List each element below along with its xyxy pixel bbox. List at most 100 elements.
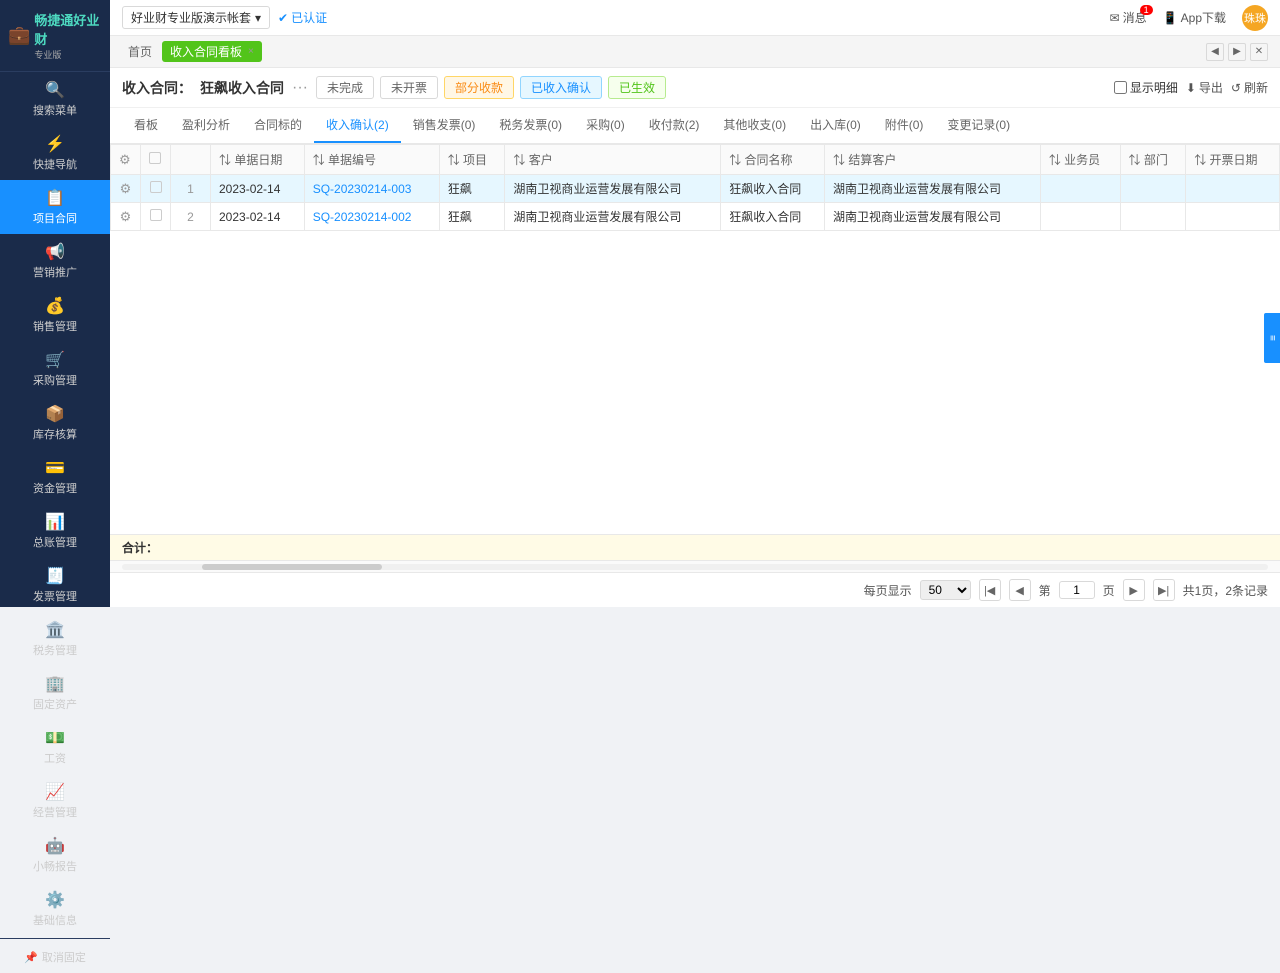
row-settings-icon[interactable]: ⚙ (120, 209, 132, 224)
export-button[interactable]: ⬇ 导出 (1186, 79, 1223, 96)
sidebar-item-9[interactable]: 🧾 发票管理 (0, 558, 110, 612)
row-check-1[interactable] (141, 203, 171, 231)
per-page-select[interactable]: 50 100 (920, 580, 971, 600)
sub-tab-11[interactable]: 变更记录(0) (935, 108, 1022, 143)
next-window-button[interactable]: ▶ (1228, 43, 1246, 61)
sidebar-item-8[interactable]: 📊 总账管理 (0, 504, 110, 558)
row-billdate-1 (1186, 203, 1280, 231)
sub-tab-9[interactable]: 出入库(0) (798, 108, 873, 143)
sidebar-icon-1: ⚡ (45, 134, 65, 154)
sidebar-icon-5: 🛒 (45, 350, 65, 370)
sub-tab-3[interactable]: 收入确认(2) (314, 108, 401, 143)
sidebar-item-14[interactable]: 🤖 小畅报告 (0, 828, 110, 882)
detail-checkbox-input[interactable] (1114, 81, 1127, 94)
logo-icon: 💼 (8, 25, 30, 46)
row-check-0[interactable] (141, 175, 171, 203)
tabbar: 首页 收入合同看板 × ◀ ▶ ✕ (110, 36, 1280, 68)
status-btn-3[interactable]: 已收入确认 (520, 76, 602, 99)
sidebar-item-13[interactable]: 📈 经营管理 (0, 774, 110, 828)
row-gear-1[interactable]: ⚙ (111, 203, 141, 231)
tab-home[interactable]: 首页 (122, 43, 158, 60)
th-customer[interactable]: ⇅ 客户 (505, 145, 721, 175)
sidebar-item-12[interactable]: 💵 工资 (0, 720, 110, 774)
row-docno-link-1[interactable]: SQ-20230214-002 (313, 210, 412, 224)
sidebar-item-1[interactable]: ⚡ 快捷导航 (0, 126, 110, 180)
app-download-button[interactable]: 📱 App下载 (1163, 9, 1226, 26)
show-detail-checkbox[interactable]: 显示明细 (1114, 79, 1178, 96)
status-btn-1[interactable]: 未开票 (380, 76, 438, 99)
tab-contract-board[interactable]: 收入合同看板 × (162, 41, 262, 62)
unpin-button[interactable]: 📌 取消固定 (8, 949, 102, 965)
first-page-button[interactable]: |◀ (979, 579, 1001, 601)
status-btn-2[interactable]: 部分收款 (444, 76, 514, 99)
next-page-button[interactable]: ▶ (1123, 579, 1145, 601)
last-page-button[interactable]: ▶| (1153, 579, 1175, 601)
row-checkbox[interactable] (150, 181, 162, 193)
sub-tab-8[interactable]: 其他收支(0) (711, 108, 798, 143)
contract-title: 收入合同： 狂飙收入合同 (122, 78, 284, 98)
sub-tab-5[interactable]: 税务发票(0) (487, 108, 574, 143)
tab-close-button[interactable]: × (248, 46, 254, 57)
sidebar-icon-4: 💰 (45, 296, 65, 316)
sub-tab-6[interactable]: 采购(0) (574, 108, 637, 143)
sub-tab-4[interactable]: 销售发票(0) (401, 108, 488, 143)
th-date[interactable]: ⇅ 单据日期 (211, 145, 305, 175)
sidebar-icon-3: 📢 (45, 242, 65, 262)
row-gear-0[interactable]: ⚙ (111, 175, 141, 203)
th-billdate[interactable]: ⇅ 开票日期 (1186, 145, 1280, 175)
prev-page-button[interactable]: ◀ (1009, 579, 1031, 601)
th-project[interactable]: ⇅ 项目 (439, 145, 505, 175)
sub-tab-2[interactable]: 合同标的 (242, 108, 314, 143)
sidebar-item-7[interactable]: 💳 资金管理 (0, 450, 110, 504)
sidebar-item-4[interactable]: 💰 销售管理 (0, 288, 110, 342)
user-avatar[interactable]: 珠珠 (1242, 5, 1268, 31)
row-docno-0[interactable]: SQ-20230214-003 (304, 175, 439, 203)
sidebar-item-5[interactable]: 🛒 采购管理 (0, 342, 110, 396)
row-settle-0: 湖南卫视商业运营发展有限公司 (825, 175, 1041, 203)
scrollbar-thumb[interactable] (202, 564, 382, 570)
refresh-button[interactable]: ↺ 刷新 (1231, 79, 1268, 96)
sidebar-item-11[interactable]: 🏢 固定资产 (0, 666, 110, 720)
close-window-button[interactable]: ✕ (1250, 43, 1268, 61)
sub-tab-7[interactable]: 收付款(2) (637, 108, 712, 143)
sidebar-label-8: 总账管理 (33, 534, 77, 550)
sidebar-item-2[interactable]: 📋 项目合同 (0, 180, 110, 234)
sub-tab-10[interactable]: 附件(0) (873, 108, 936, 143)
header-checkbox[interactable] (149, 152, 161, 164)
th-docno[interactable]: ⇅ 单据编号 (304, 145, 439, 175)
sub-tab-1[interactable]: 盈利分析 (170, 108, 242, 143)
settings-icon[interactable]: ⚙ (119, 152, 131, 167)
company-selector[interactable]: 好业财专业版演示帐套 ▾ (122, 6, 270, 29)
prev-window-button[interactable]: ◀ (1206, 43, 1224, 61)
table-row[interactable]: ⚙ 1 2023-02-14 SQ-20230214-003 狂飙 湖南卫视商业… (111, 175, 1280, 203)
sub-tab-0[interactable]: 看板 (122, 108, 170, 143)
row-docno-1[interactable]: SQ-20230214-002 (304, 203, 439, 231)
sidebar-item-10[interactable]: 🏛️ 税务管理 (0, 612, 110, 666)
th-dept[interactable]: ⇅ 部门 (1120, 145, 1186, 175)
message-button[interactable]: ✉ 1 消息 (1110, 9, 1147, 26)
row-idx-1: 2 (171, 203, 211, 231)
contract-header: 收入合同： 狂飙收入合同 ··· 未完成未开票部分收款已收入确认已生效 显示明细… (110, 68, 1280, 108)
status-btn-0[interactable]: 未完成 (316, 76, 374, 99)
table-row[interactable]: ⚙ 2 2023-02-14 SQ-20230214-002 狂飙 湖南卫视商业… (111, 203, 1280, 231)
page-input[interactable] (1059, 581, 1095, 599)
table-wrapper[interactable]: ⚙ ⇅ 单据日期 ⇅ 单据编号 ⇅ 项目 ⇅ 客户 ⇅ 合同名称 ⇅ 结算客户 … (110, 144, 1280, 534)
th-settle[interactable]: ⇅ 结算客户 (825, 145, 1041, 175)
sidebar-icon-15: ⚙️ (45, 890, 65, 910)
sidebar-item-0[interactable]: 🔍 搜索菜单 (0, 72, 110, 126)
th-contract[interactable]: ⇅ 合同名称 (721, 145, 825, 175)
row-docno-link-0[interactable]: SQ-20230214-003 (313, 182, 412, 196)
sidebar-label-5: 采购管理 (33, 372, 77, 388)
th-salesman[interactable]: ⇅ 业务员 (1040, 145, 1120, 175)
row-checkbox[interactable] (150, 209, 162, 221)
more-button[interactable]: ··· (292, 79, 308, 97)
sidebar-item-6[interactable]: 📦 库存核算 (0, 396, 110, 450)
sidebar-item-3[interactable]: 📢 营销推广 (0, 234, 110, 288)
status-btn-4[interactable]: 已生效 (608, 76, 666, 99)
scrollbar-area[interactable] (110, 560, 1280, 572)
right-panel-icon[interactable]: ≡ (1264, 313, 1280, 363)
th-settings[interactable]: ⚙ (111, 145, 141, 175)
row-customer-1: 湖南卫视商业运营发展有限公司 (505, 203, 721, 231)
row-settings-icon[interactable]: ⚙ (120, 181, 132, 196)
sidebar-item-15[interactable]: ⚙️ 基础信息 (0, 882, 110, 936)
